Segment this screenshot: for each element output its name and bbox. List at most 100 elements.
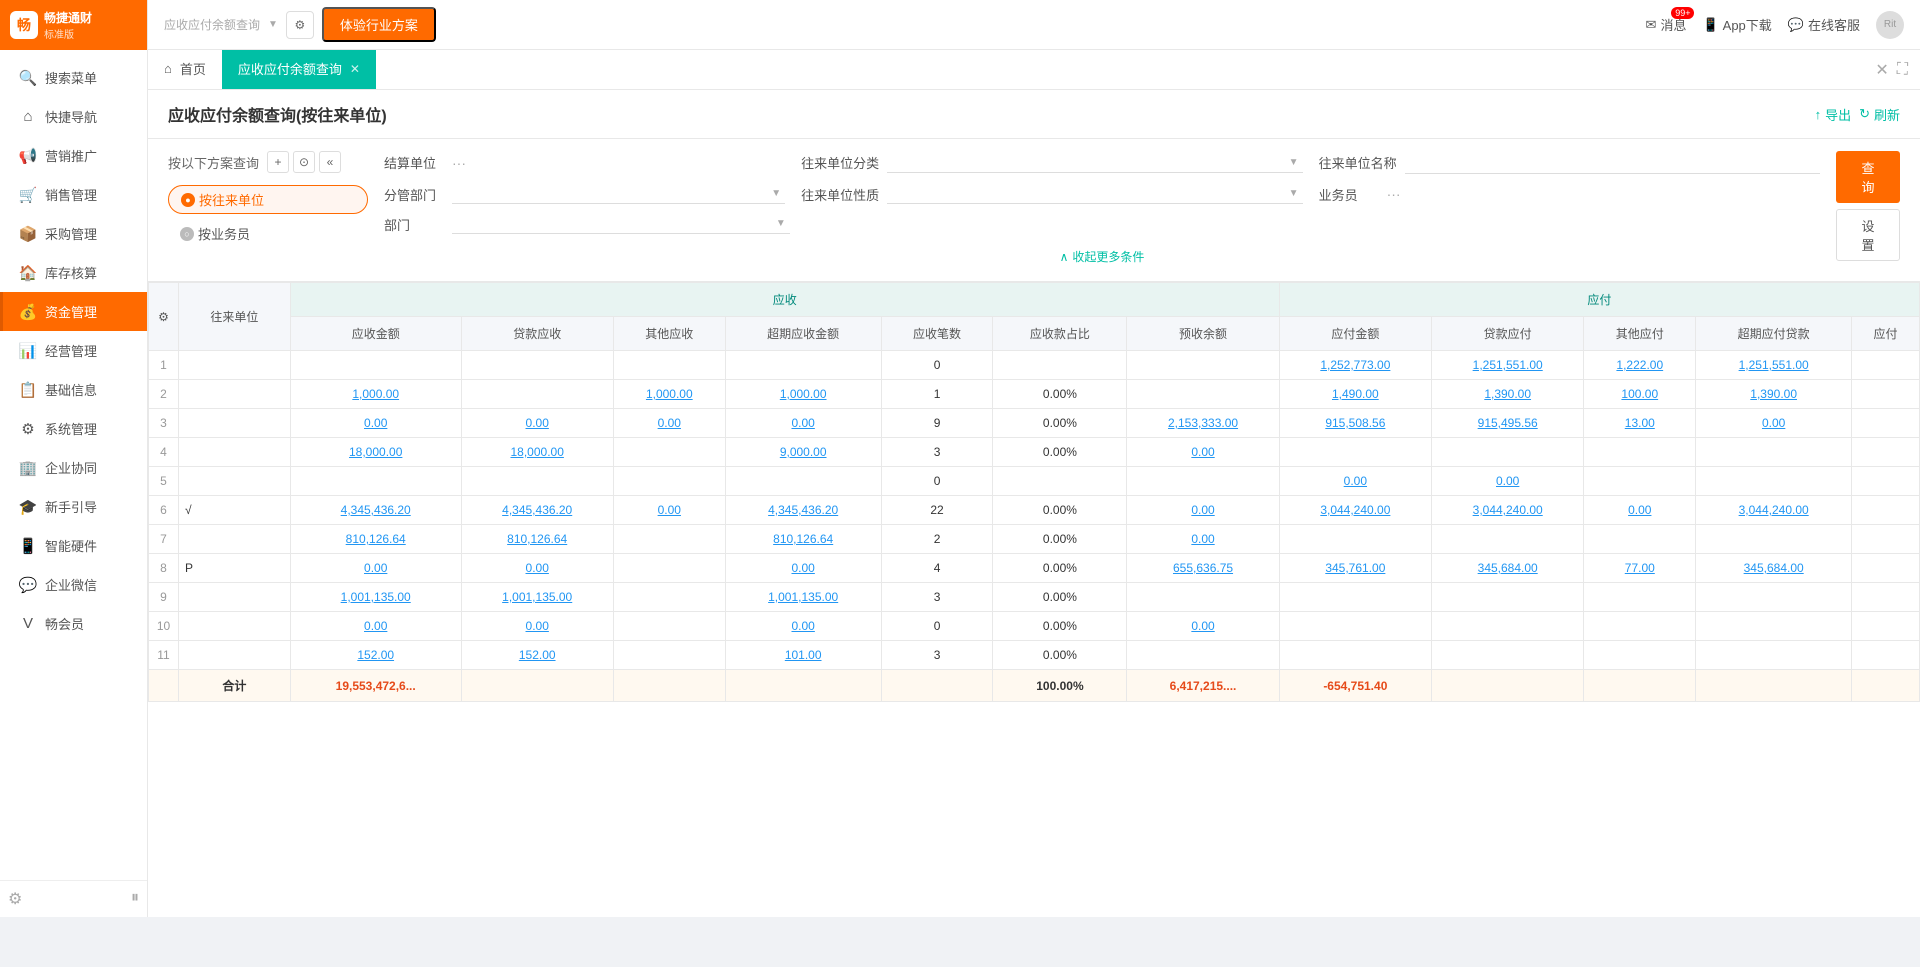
table-cell[interactable]: 345,684.00 [1432,554,1584,583]
settlement-unit-dots[interactable]: ··· [452,155,466,171]
table-cell[interactable]: 915,508.56 [1279,409,1431,438]
edit-scheme-icon[interactable]: ⊙ [293,151,315,173]
table-cell[interactable] [1279,641,1431,670]
tab-query[interactable]: 应收应付余额查询 ✕ [222,50,376,89]
table-cell[interactable]: 0.00 [1127,612,1279,641]
table-cell[interactable] [290,467,461,496]
table-cell[interactable]: 1,001,135.00 [725,583,881,612]
table-cell[interactable]: 1,000.00 [613,380,725,409]
sidebar-item-sales[interactable]: 🛒销售管理 [0,175,147,214]
table-cell[interactable]: 0.00 [1696,409,1852,438]
table-cell[interactable] [613,351,725,380]
table-cell[interactable]: 0.00 [1127,438,1279,467]
collapse-scheme-icon[interactable]: « [319,151,341,173]
table-cell[interactable]: 152.00 [290,641,461,670]
table-cell[interactable] [613,438,725,467]
table-cell[interactable] [613,641,725,670]
table-cell[interactable] [1279,583,1431,612]
table-cell[interactable]: 1,251,551.00 [1432,351,1584,380]
sidebar-item-nav[interactable]: ⌂快捷导航 [0,97,147,136]
tab-fullscreen[interactable]: ⛶ [1897,61,1908,79]
table-cell[interactable]: 915,495.56 [1432,409,1584,438]
table-cell[interactable] [1696,641,1852,670]
sidebar-item-base[interactable]: 📋基础信息 [0,370,147,409]
partner-nature-select[interactable]: ▼ [887,184,1302,204]
refresh-btn[interactable]: ↻ 刷新 [1859,105,1900,124]
user-avatar[interactable]: Rit [1876,11,1904,39]
table-cell[interactable]: 0.00 [290,409,461,438]
table-cell[interactable] [613,554,725,583]
table-cell[interactable]: 152.00 [461,641,613,670]
table-cell[interactable]: 0.00 [1584,496,1696,525]
table-cell[interactable]: 1,252,773.00 [1279,351,1431,380]
table-cell[interactable]: 18,000.00 [290,438,461,467]
sidebar-item-system[interactable]: ⚙系统管理 [0,409,147,448]
table-cell[interactable]: 810,126.64 [461,525,613,554]
table-cell[interactable]: 100.00 [1584,380,1696,409]
table-cell[interactable]: 4,345,436.20 [290,496,461,525]
collapse-bar[interactable]: ∧ 收起更多条件 [384,244,1820,269]
table-cell[interactable]: 1,390.00 [1696,380,1852,409]
table-cell[interactable]: 1,000.00 [290,380,461,409]
header-settings-btn[interactable]: ⚙ [286,11,314,39]
table-cell[interactable] [1432,583,1584,612]
table-cell[interactable] [1127,351,1279,380]
table-cell[interactable] [1696,612,1852,641]
table-cell[interactable]: 1,490.00 [1279,380,1431,409]
table-cell[interactable] [1696,438,1852,467]
table-cell[interactable]: 0.00 [725,409,881,438]
table-cell[interactable]: 0.00 [461,612,613,641]
table-cell[interactable] [1584,438,1696,467]
table-cell[interactable] [1696,525,1852,554]
table-cell[interactable]: 0.00 [461,409,613,438]
table-cell[interactable] [1432,612,1584,641]
table-cell[interactable]: 0.00 [290,554,461,583]
table-cell[interactable]: 1,000.00 [725,380,881,409]
table-cell[interactable]: 18,000.00 [461,438,613,467]
tab-close-icon[interactable]: ✕ [350,62,360,76]
sidebar-item-purchase[interactable]: 📦采购管理 [0,214,147,253]
table-cell[interactable]: 345,684.00 [1696,554,1852,583]
table-cell[interactable]: 3,044,240.00 [1432,496,1584,525]
collapse-icon[interactable]: ⏸ [131,889,139,909]
table-cell[interactable]: 1,251,551.00 [1696,351,1852,380]
table-cell[interactable]: 0.00 [1432,467,1584,496]
table-cell[interactable] [1279,525,1431,554]
table-cell[interactable] [1696,467,1852,496]
table-cell[interactable]: 345,761.00 [1279,554,1431,583]
table-cell[interactable] [461,467,613,496]
table-cell[interactable] [1584,612,1696,641]
table-cell[interactable] [1584,583,1696,612]
partner-category-select[interactable]: ▼ [887,153,1302,173]
settings-btn[interactable]: 设置 [1836,209,1900,261]
table-cell[interactable]: 9,000.00 [725,438,881,467]
scheme-by-salesperson[interactable]: ○ 按业务员 [168,220,368,247]
table-cell[interactable] [1127,583,1279,612]
messages-btn[interactable]: ✉ 消息 99+ [1646,15,1687,34]
table-cell[interactable] [1127,641,1279,670]
table-cell[interactable]: 0.00 [1127,525,1279,554]
table-cell[interactable]: 0.00 [725,612,881,641]
settings-icon[interactable]: ⚙ [8,889,22,909]
sidebar-item-member[interactable]: V畅会员 [0,604,147,643]
table-cell[interactable]: 1,222.00 [1584,351,1696,380]
table-cell[interactable] [461,351,613,380]
table-cell[interactable] [1432,641,1584,670]
table-cell[interactable]: 0.00 [613,496,725,525]
sidebar-item-search[interactable]: 🔍搜索菜单 [0,58,147,97]
online-service-btn[interactable]: 💬 在线客服 [1788,15,1860,34]
table-cell[interactable]: 655,636.75 [1127,554,1279,583]
table-cell[interactable]: 0.00 [290,612,461,641]
table-cell[interactable]: 0.00 [461,554,613,583]
sidebar-item-management[interactable]: 📊经营管理 [0,331,147,370]
promo-button[interactable]: 体验行业方案 [322,7,436,42]
dept-mgr-select[interactable]: ▼ [452,184,785,204]
table-cell[interactable]: 13.00 [1584,409,1696,438]
table-cell[interactable]: 77.00 [1584,554,1696,583]
table-cell[interactable]: 2,153,333.00 [1127,409,1279,438]
sidebar-item-guide[interactable]: 🎓新手引导 [0,487,147,526]
query-btn[interactable]: 查询 [1836,151,1900,203]
tab-close-window[interactable]: ✕ [1875,60,1888,80]
sidebar-item-hardware[interactable]: 📱智能硬件 [0,526,147,565]
export-btn[interactable]: ↑ 导出 [1815,105,1852,124]
